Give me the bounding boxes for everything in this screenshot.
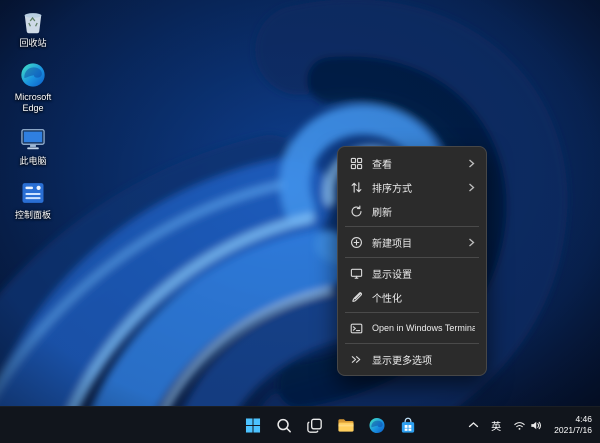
- control-panel-icon: [18, 178, 48, 208]
- chevron-right-icon: [466, 238, 475, 247]
- network-icon: [513, 419, 526, 432]
- volume-icon: [529, 419, 542, 432]
- search-button[interactable]: [271, 412, 297, 438]
- desktop-icon-control-panel[interactable]: 控制面板: [2, 178, 64, 221]
- menu-item-sort-by[interactable]: 排序方式: [342, 175, 482, 199]
- menu-separator: [345, 343, 479, 344]
- context-menu: 查看 排序方式 刷新 新建项目: [337, 146, 487, 376]
- menu-separator: [345, 312, 479, 313]
- desktop-icon-label: Microsoft Edge: [3, 92, 63, 114]
- menu-item-label: 显示更多选项: [372, 352, 475, 367]
- desktop-icon-label: 此电脑: [19, 156, 46, 167]
- store-icon: [398, 416, 417, 435]
- more-options-icon: [349, 352, 363, 366]
- desktop: 回收站 Microsoft Edge 此电脑: [0, 0, 600, 443]
- taskbar: 英 4:46 2021/7/16: [0, 406, 600, 443]
- menu-item-label: Open in Windows Terminal: [372, 323, 475, 333]
- tray-network-volume-button[interactable]: [510, 416, 545, 435]
- menu-item-refresh[interactable]: 刷新: [342, 199, 482, 223]
- tray-icons: [513, 419, 542, 432]
- view-icon: [349, 156, 363, 170]
- edge-icon: [18, 60, 48, 90]
- this-pc-icon: [18, 124, 48, 154]
- chevron-up-icon: [468, 421, 479, 429]
- desktop-icon-label: 控制面板: [15, 210, 51, 221]
- taskbar-center: [240, 407, 421, 443]
- desktop-icon-recycle-bin[interactable]: 回收站: [2, 6, 64, 49]
- display-settings-icon: [349, 266, 363, 280]
- menu-item-label: 个性化: [372, 290, 475, 305]
- wallpaper: [0, 0, 600, 443]
- desktop-icon-label: 回收站: [19, 38, 46, 49]
- file-explorer-button[interactable]: [333, 412, 359, 438]
- task-view-icon: [305, 416, 324, 435]
- personalize-icon: [349, 290, 363, 304]
- menu-item-new[interactable]: 新建项目: [342, 230, 482, 254]
- terminal-icon: [349, 321, 363, 335]
- chevron-right-icon: [466, 159, 475, 168]
- desktop-icon-this-pc[interactable]: 此电脑: [2, 124, 64, 167]
- new-item-icon: [349, 235, 363, 249]
- desktop-icon-list: 回收站 Microsoft Edge 此电脑: [2, 6, 64, 221]
- menu-item-label: 显示设置: [372, 266, 475, 281]
- sort-icon: [349, 180, 363, 194]
- start-button[interactable]: [240, 412, 266, 438]
- menu-item-open-windows-terminal[interactable]: Open in Windows Terminal: [342, 316, 482, 340]
- task-view-button[interactable]: [302, 412, 328, 438]
- menu-item-label: 新建项目: [372, 235, 466, 250]
- desktop-icon-edge[interactable]: Microsoft Edge: [2, 60, 64, 114]
- menu-item-label: 查看: [372, 156, 466, 171]
- menu-item-show-more-options[interactable]: 显示更多选项: [342, 347, 482, 371]
- menu-separator: [345, 257, 479, 258]
- tray-clock[interactable]: 4:46 2021/7/16: [551, 412, 595, 438]
- taskbar-tray: 英 4:46 2021/7/16: [465, 407, 595, 443]
- tray-chevron-button[interactable]: [465, 418, 482, 432]
- clock-date: 2021/7/16: [554, 425, 592, 436]
- menu-separator: [345, 226, 479, 227]
- menu-item-view[interactable]: 查看: [342, 151, 482, 175]
- recycle-bin-icon: [18, 6, 48, 36]
- search-icon: [274, 416, 293, 435]
- store-button[interactable]: [395, 412, 421, 438]
- menu-item-label: 排序方式: [372, 180, 466, 195]
- menu-item-display-settings[interactable]: 显示设置: [342, 261, 482, 285]
- chevron-right-icon: [466, 183, 475, 192]
- file-explorer-icon: [336, 416, 355, 435]
- start-icon: [243, 416, 262, 435]
- menu-item-label: 刷新: [372, 204, 475, 219]
- edge-icon: [367, 416, 386, 435]
- clock-time: 4:46: [575, 414, 592, 425]
- menu-item-personalize[interactable]: 个性化: [342, 285, 482, 309]
- edge-button[interactable]: [364, 412, 390, 438]
- refresh-icon: [349, 204, 363, 218]
- tray-language-indicator[interactable]: 英: [488, 415, 504, 436]
